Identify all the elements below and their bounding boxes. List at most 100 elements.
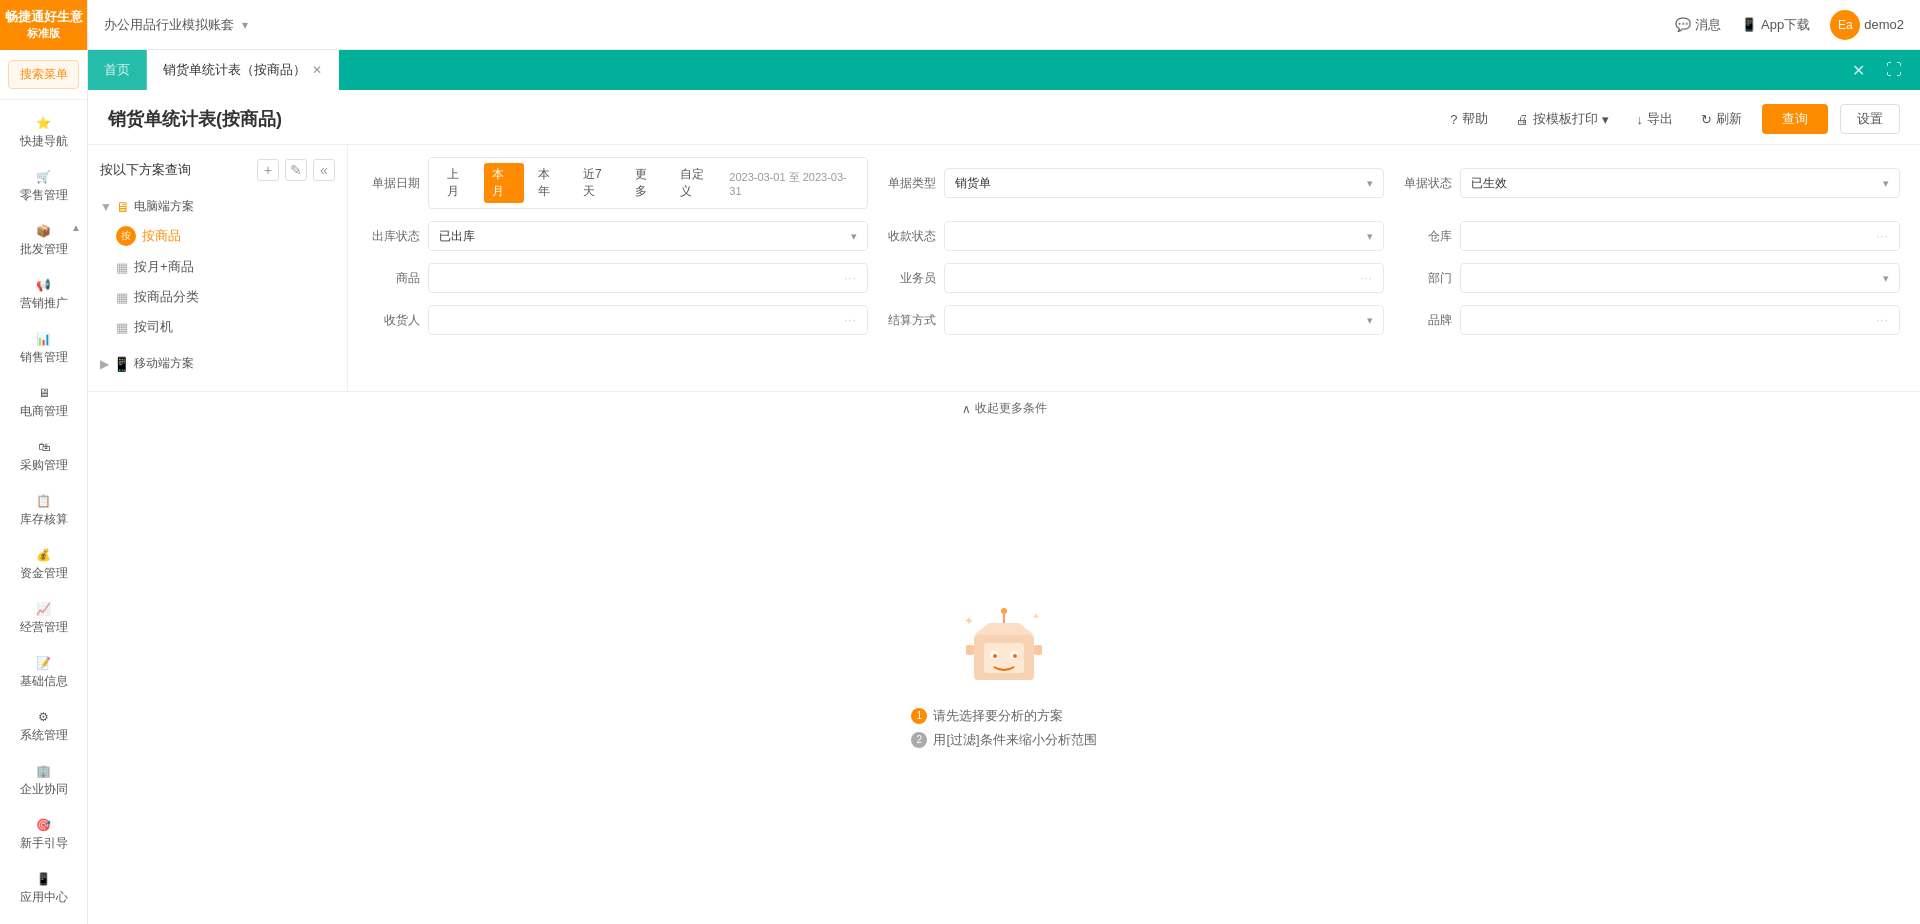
svg-rect-1 [984, 643, 1024, 673]
sidebar-item-retail[interactable]: 🛒 零售管理 [0, 160, 87, 214]
filter-item-order-status: 单据状态 已生效 ▾ [1400, 168, 1900, 198]
tab-minimize-icon[interactable]: ✕ [1844, 56, 1872, 84]
message-button[interactable]: 💬 消息 [1675, 16, 1721, 34]
scheme-item-by-month-goods[interactable]: ▦ 按月+商品 [88, 252, 347, 282]
topbar-dropdown-icon[interactable]: ▾ [242, 18, 248, 32]
empty-state: ✦ ✦ 1 请先选择要分析的方案 2 用[过滤]条件来缩小分析范围 [88, 425, 1920, 924]
topbar: 办公用品行业模拟账套 ▾ 💬 消息 📱 App下载 Ea demo2 [88, 0, 1920, 50]
scheme-item-by-goods[interactable]: 按 按商品 [88, 220, 347, 252]
scheme-item-by-goods-category[interactable]: ▦ 按商品分类 [88, 282, 347, 312]
scheme-group-pc-header[interactable]: ▼ 🖥 电脑端方案 [88, 193, 347, 220]
inventory-icon: 📋 [36, 494, 51, 508]
date-tab-this-month[interactable]: 本月 [484, 163, 523, 203]
sidebar-item-apps[interactable]: 📱 应用中心 [0, 862, 87, 916]
sidebar-item-sales[interactable]: 📊 销售管理 [0, 322, 87, 376]
enterprise-icon: 🏢 [36, 764, 51, 778]
page-title: 销货单统计表(按商品) [108, 107, 282, 131]
date-tab-last-month[interactable]: 上月 [439, 163, 478, 203]
quick-nav-item[interactable]: ⭐ 快捷导航 [0, 100, 87, 160]
sidebar-item-basic[interactable]: 📝 基础信息 [0, 646, 87, 700]
hint-text-2: 用[过滤]条件来缩小分析范围 [933, 731, 1096, 749]
order-type-control[interactable]: 销货单 ▾ [944, 168, 1384, 198]
sidebar-search-area[interactable]: 搜索菜单 [0, 50, 87, 100]
app-download-button[interactable]: 📱 App下载 [1741, 16, 1810, 34]
brand-dots[interactable]: ··· [1876, 313, 1889, 327]
user-avatar: Ea [1830, 10, 1860, 40]
stock-status-arrow: ▾ [851, 230, 857, 243]
department-control[interactable]: ▾ [1460, 263, 1900, 293]
date-tab-7days[interactable]: 近7天 [575, 163, 621, 203]
date-filter-control[interactable]: 上月 本月 本年 近7天 更多 自定义 2023-03-01 至 2023-03… [428, 157, 868, 209]
tab-bar: 首页 销货单统计表（按商品） ✕ ✕ ⛶ [88, 50, 1920, 90]
date-tab-custom[interactable]: 自定义 [672, 163, 723, 203]
sidebar-item-wholesale[interactable]: 📦 批发管理 ▲ [0, 214, 87, 268]
user-profile[interactable]: Ea demo2 [1830, 10, 1904, 40]
print-button[interactable]: 🖨 按模板打印 ▾ [1508, 106, 1617, 132]
export-button[interactable]: ↓ 导出 [1629, 106, 1682, 132]
filter-item-brand: 品牌 ··· [1400, 305, 1900, 335]
filter-row-1: 单据日期 上月 本月 本年 近7天 更多 自定义 2023-03-01 至 20… [368, 157, 1900, 209]
settlement-control[interactable]: ▾ [944, 305, 1384, 335]
sidebar-item-finance[interactable]: 💰 资金管理 [0, 538, 87, 592]
salesman-dots[interactable]: ··· [1360, 271, 1373, 285]
svg-point-11 [1001, 608, 1007, 614]
settings-button[interactable]: 设置 [1840, 104, 1900, 134]
collapse-more-button[interactable]: ∧ 收起更多条件 [88, 391, 1920, 425]
recipient-control[interactable]: ··· [428, 305, 868, 335]
tab-close-button[interactable]: ✕ [312, 63, 322, 77]
filter-item-stock-status: 出库状态 已出库 ▾ [368, 221, 868, 251]
tab-maximize-icon[interactable]: ⛶ [1880, 56, 1908, 84]
basic-icon: 📝 [36, 656, 51, 670]
goods-control[interactable]: ··· [428, 263, 868, 293]
brand-label: 品牌 [1400, 312, 1452, 329]
search-menu-button[interactable]: 搜索菜单 [8, 60, 79, 89]
order-status-value: 已生效 [1471, 175, 1507, 192]
finance-label: 资金管理 [20, 565, 68, 582]
scheme-item-by-month-goods-label: 按月+商品 [134, 258, 194, 276]
department-arrow: ▾ [1883, 272, 1889, 285]
scheme-collapse-button[interactable]: « [313, 159, 335, 181]
logo-sub-text: 标准版 [27, 26, 60, 40]
scheme-item-by-cashier[interactable]: ▦ 按司机 [88, 312, 347, 342]
scheme-item-by-month-goods-icon: ▦ [116, 260, 128, 275]
order-status-control[interactable]: 已生效 ▾ [1460, 168, 1900, 198]
filter-item-recipient: 收货人 ··· [368, 305, 868, 335]
tab-sales-stat[interactable]: 销货单统计表（按商品） ✕ [147, 50, 339, 90]
topbar-account-title: 办公用品行业模拟账套 [104, 16, 234, 34]
sidebar-item-system[interactable]: ⚙ 系统管理 [0, 700, 87, 754]
scheme-group-mobile-header[interactable]: ▶ 📱 移动端方案 [88, 350, 347, 377]
sidebar-item-purchase[interactable]: 🛍 采购管理 [0, 430, 87, 484]
date-tab-more[interactable]: 更多 [627, 163, 666, 203]
sidebar-nav-list: 🛒 零售管理 📦 批发管理 ▲ 📢 营销推广 📊 销售管理 🖥 电商管理 🛍 采… [0, 160, 87, 924]
sidebar-item-inventory[interactable]: 📋 库存核算 [0, 484, 87, 538]
warehouse-control[interactable]: ··· [1460, 221, 1900, 251]
query-button[interactable]: 查询 [1762, 104, 1828, 134]
refresh-icon: ↻ [1701, 112, 1712, 127]
wholesale-icon: 📦 [36, 224, 51, 238]
sidebar-item-enterprise[interactable]: 🏢 企业协同 [0, 754, 87, 808]
filter-row-4: 收货人 ··· 结算方式 ▾ 品牌 [368, 305, 1900, 335]
brand-control[interactable]: ··· [1460, 305, 1900, 335]
sidebar-item-operation[interactable]: 📈 经营管理 [0, 592, 87, 646]
salesman-control[interactable]: ··· [944, 263, 1384, 293]
goods-dots[interactable]: ··· [844, 271, 857, 285]
scheme-edit-button[interactable]: ✎ [285, 159, 307, 181]
date-tab-this-year[interactable]: 本年 [530, 163, 569, 203]
refresh-label: 刷新 [1716, 110, 1742, 128]
sidebar-item-quick-nav[interactable]: ⭐ 快捷导航 [8, 106, 79, 160]
sidebar-item-guide[interactable]: 🎯 新手引导 [0, 808, 87, 862]
quick-nav-icon: ⭐ [36, 116, 51, 130]
svg-point-4 [993, 654, 997, 658]
recipient-dots[interactable]: ··· [844, 313, 857, 327]
sidebar-item-marketing[interactable]: 📢 营销推广 [0, 268, 87, 322]
print-label: 按模板打印 [1533, 110, 1598, 128]
tab-home[interactable]: 首页 [88, 50, 147, 90]
help-button[interactable]: ? 帮助 [1442, 106, 1495, 132]
sidebar-item-ecommerce[interactable]: 🖥 电商管理 [0, 376, 87, 430]
sidebar-item-wechat[interactable]: 💬 企业微信 [0, 916, 87, 924]
stock-status-control[interactable]: 已出库 ▾ [428, 221, 868, 251]
payment-status-control[interactable]: ▾ [944, 221, 1384, 251]
scheme-add-button[interactable]: + [257, 159, 279, 181]
refresh-button[interactable]: ↻ 刷新 [1693, 106, 1750, 132]
warehouse-dots[interactable]: ··· [1876, 229, 1889, 243]
